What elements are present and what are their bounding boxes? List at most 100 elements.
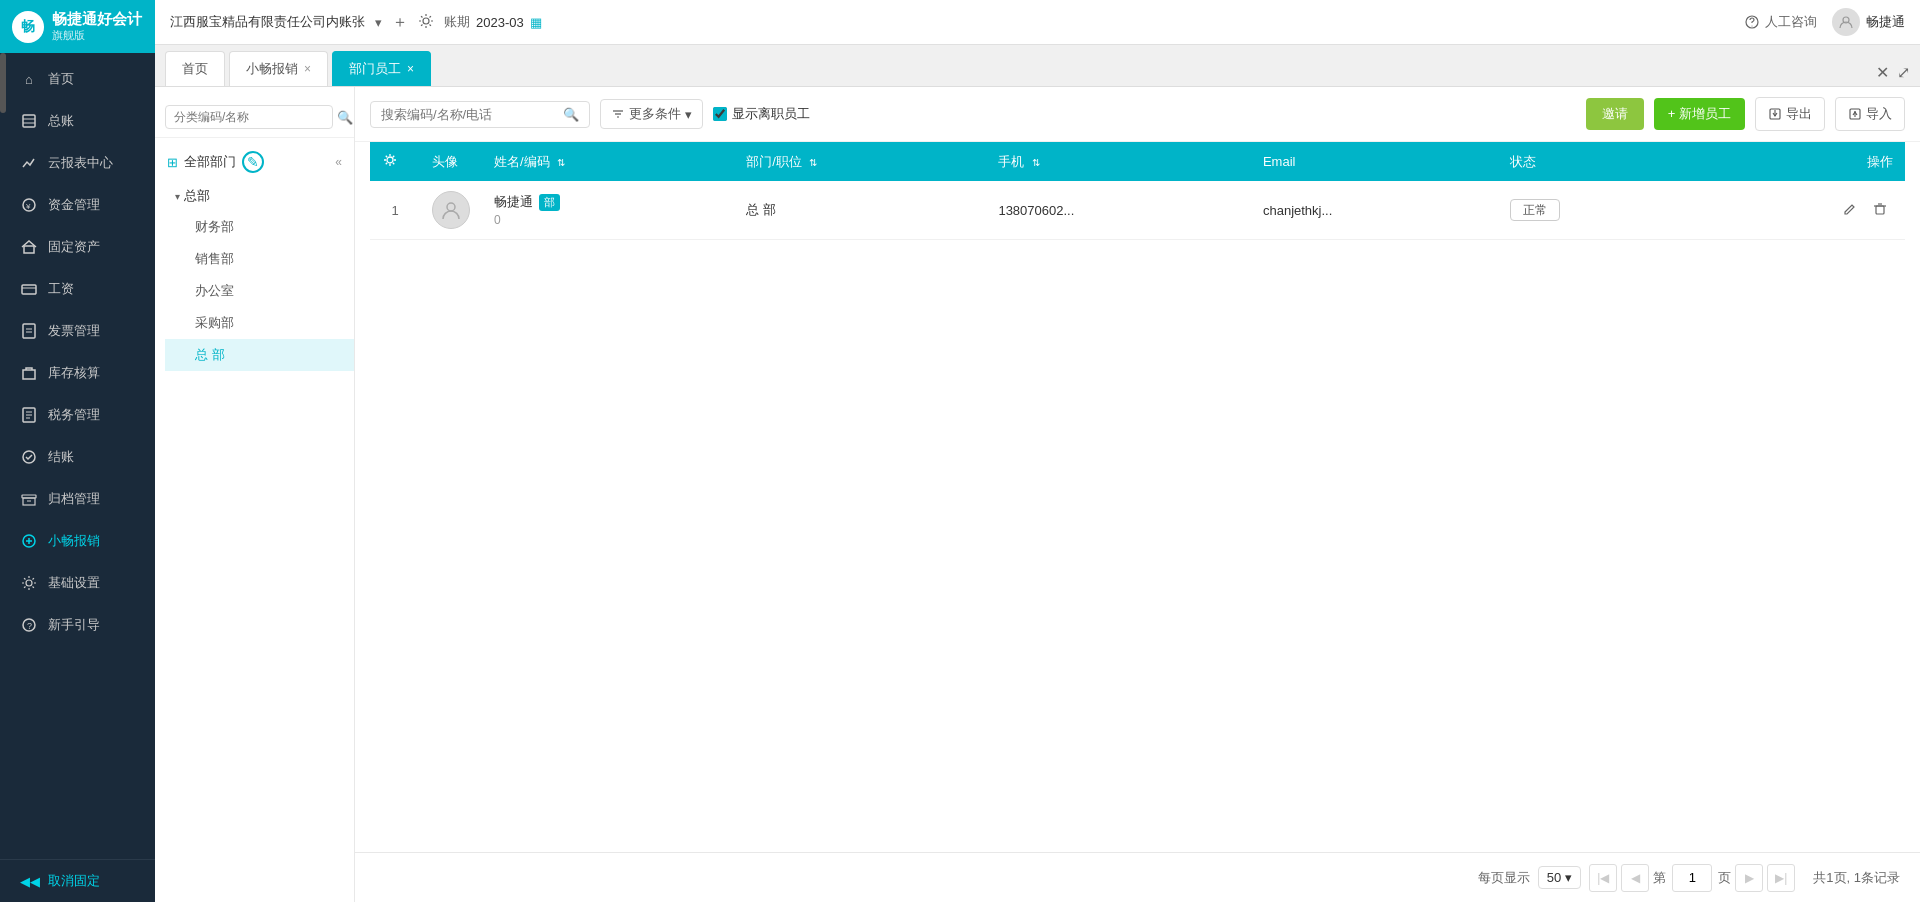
row-actions — [1694, 181, 1905, 240]
logo-text: 畅捷通好会计 旗舰版 — [52, 10, 142, 43]
dept-search: 🔍 — [155, 97, 354, 138]
tab-expense[interactable]: 小畅报销 × — [229, 51, 328, 86]
add-employee-button[interactable]: + 新增员工 — [1654, 98, 1745, 130]
col-email: Email — [1251, 142, 1498, 181]
last-page-btn[interactable]: ▶| — [1767, 864, 1795, 892]
xiaochang-icon — [20, 532, 38, 550]
employee-table-container: 头像 姓名/编码 ⇅ 部门/职位 ⇅ 手机 ⇅ — [355, 142, 1920, 852]
delete-employee-btn[interactable] — [1867, 200, 1893, 221]
col-avatar: 头像 — [420, 142, 482, 181]
sort-name-icon: ⇅ — [557, 157, 565, 168]
row-email: chanjethkj... — [1251, 181, 1498, 240]
sidebar-footer-pin[interactable]: ◀◀ 取消固定 — [0, 859, 155, 902]
row-status: 正常 — [1498, 181, 1694, 240]
per-page-select[interactable]: 50 ▾ — [1538, 866, 1581, 889]
sidebar-item-capital[interactable]: ¥ 资金管理 — [0, 184, 155, 226]
table-header-row: 头像 姓名/编码 ⇅ 部门/职位 ⇅ 手机 ⇅ — [370, 142, 1905, 181]
sidebar-item-closing[interactable]: 结账 — [0, 436, 155, 478]
prev-page-btn[interactable]: ◀ — [1621, 864, 1649, 892]
col-name-code[interactable]: 姓名/编码 ⇅ — [482, 142, 734, 181]
col-dept-position[interactable]: 部门/职位 ⇅ — [734, 142, 986, 181]
svg-point-23 — [26, 580, 32, 586]
row-name-code: 畅捷通 部 0 — [482, 181, 734, 240]
tab-close-all-btn[interactable]: ✕ — [1876, 63, 1889, 82]
capital-icon: ¥ — [20, 196, 38, 214]
topbar-settings-icon[interactable] — [418, 13, 434, 32]
page-number-input[interactable] — [1672, 864, 1712, 892]
sidebar-item-guide[interactable]: ? 新手引导 — [0, 604, 155, 646]
sidebar-item-payroll[interactable]: 工资 — [0, 268, 155, 310]
filter-more-btn[interactable]: 更多条件 ▾ — [600, 99, 703, 129]
sidebar-item-inventory[interactable]: 库存核算 — [0, 352, 155, 394]
sidebar-item-tax[interactable]: 税务管理 — [0, 394, 155, 436]
tab-employees[interactable]: 部门员工 × — [332, 51, 431, 86]
tabs-actions: ✕ ⤢ — [1876, 63, 1910, 86]
col-actions: 操作 — [1694, 142, 1905, 181]
sidebar-item-reports[interactable]: 云报表中心 — [0, 142, 155, 184]
dept-item-finance[interactable]: 财务部 — [165, 211, 354, 243]
svg-rect-0 — [23, 115, 35, 127]
svg-rect-5 — [24, 246, 34, 253]
user-profile[interactable]: 畅捷通 — [1832, 8, 1905, 36]
col-settings[interactable] — [370, 142, 420, 181]
col-status: 状态 — [1498, 142, 1694, 181]
resigned-checkbox-input[interactable] — [713, 107, 727, 121]
sidebar-item-assets[interactable]: 固定资产 — [0, 226, 155, 268]
next-page-btn[interactable]: ▶ — [1735, 864, 1763, 892]
topbar-right: 人工咨询 畅捷通 — [1744, 8, 1905, 36]
tab-close-employees[interactable]: × — [407, 63, 414, 75]
dept-panel: 🔍 ⊞ 全部部门 ✎ « ▾ 总部 财务部 销售部 — [155, 87, 355, 902]
add-company-icon[interactable]: ＋ — [392, 12, 408, 33]
sidebar-item-settings[interactable]: 基础设置 — [0, 562, 155, 604]
main-area: 江西服宝精品有限责任公司内账张 ▾ ＋ 账期 2023-03 ▦ 人工咨询 畅捷… — [155, 0, 1920, 902]
first-page-btn[interactable]: |◀ — [1589, 864, 1617, 892]
sort-dept-icon: ⇅ — [809, 157, 817, 168]
export-button[interactable]: 导出 — [1755, 97, 1825, 131]
edit-employee-btn[interactable] — [1837, 200, 1863, 221]
invite-button[interactable]: 邀请 — [1586, 98, 1644, 130]
tab-close-expense[interactable]: × — [304, 63, 311, 75]
settings-icon — [20, 574, 38, 592]
support-button[interactable]: 人工咨询 — [1744, 13, 1817, 31]
search-icon[interactable]: 🔍 — [563, 107, 579, 122]
svg-rect-11 — [23, 370, 35, 379]
company-name: 江西服宝精品有限责任公司内账张 — [170, 13, 365, 31]
sidebar-item-invoice[interactable]: 发票管理 — [0, 310, 155, 352]
table-row: 1 畅捷通 部 0 — [370, 181, 1905, 240]
sidebar-item-xiaochang[interactable]: 小畅报销 — [0, 520, 155, 562]
tab-expand-btn[interactable]: ⤢ — [1897, 63, 1910, 82]
calendar-icon[interactable]: ▦ — [530, 15, 542, 30]
right-panel: 🔍 更多条件 ▾ 显示离职员工 邀请 + 新增员工 导出 — [355, 87, 1920, 902]
toolbar-search-box[interactable]: 🔍 — [370, 101, 590, 128]
dept-collapse-icon[interactable]: « — [335, 155, 342, 169]
company-dropdown-icon[interactable]: ▾ — [375, 15, 382, 30]
ledger-icon — [20, 112, 38, 130]
row-phone: 138070602... — [986, 181, 1251, 240]
dept-edit-badge[interactable]: ✎ — [242, 151, 264, 173]
user-avatar — [1832, 8, 1860, 36]
dept-search-icon[interactable]: 🔍 — [337, 110, 353, 125]
dept-item-office[interactable]: 办公室 — [165, 275, 354, 307]
tax-icon — [20, 406, 38, 424]
sidebar-item-archive[interactable]: 归档管理 — [0, 478, 155, 520]
sidebar-item-home[interactable]: ⌂ 首页 — [0, 58, 155, 100]
content-area: 🔍 ⊞ 全部部门 ✎ « ▾ 总部 财务部 销售部 — [155, 87, 1920, 902]
employee-search-input[interactable] — [381, 107, 557, 122]
sidebar-item-ledger[interactable]: 总账 — [0, 100, 155, 142]
dept-item-purchase[interactable]: 采购部 — [165, 307, 354, 339]
tab-home[interactable]: 首页 — [165, 51, 225, 86]
filter-chevron-icon: ▾ — [685, 107, 692, 122]
col-phone[interactable]: 手机 ⇅ — [986, 142, 1251, 181]
pagination: 每页显示 50 ▾ |◀ ◀ 第 页 ▶ ▶| 共1页, 1条记录 — [355, 852, 1920, 902]
dept-all-item[interactable]: ⊞ 全部部门 ✎ « — [155, 143, 354, 181]
dept-search-input[interactable] — [165, 105, 333, 129]
dept-item-sales[interactable]: 销售部 — [165, 243, 354, 275]
show-resigned-checkbox[interactable]: 显示离职员工 — [713, 105, 810, 123]
svg-point-26 — [423, 18, 429, 24]
employee-avatar — [432, 191, 470, 229]
dept-group-header[interactable]: ▾ 总部 — [165, 181, 354, 211]
guide-icon: ? — [20, 616, 38, 634]
import-button[interactable]: 导入 — [1835, 97, 1905, 131]
reports-icon — [20, 154, 38, 172]
dept-item-general[interactable]: 总 部 — [165, 339, 354, 371]
